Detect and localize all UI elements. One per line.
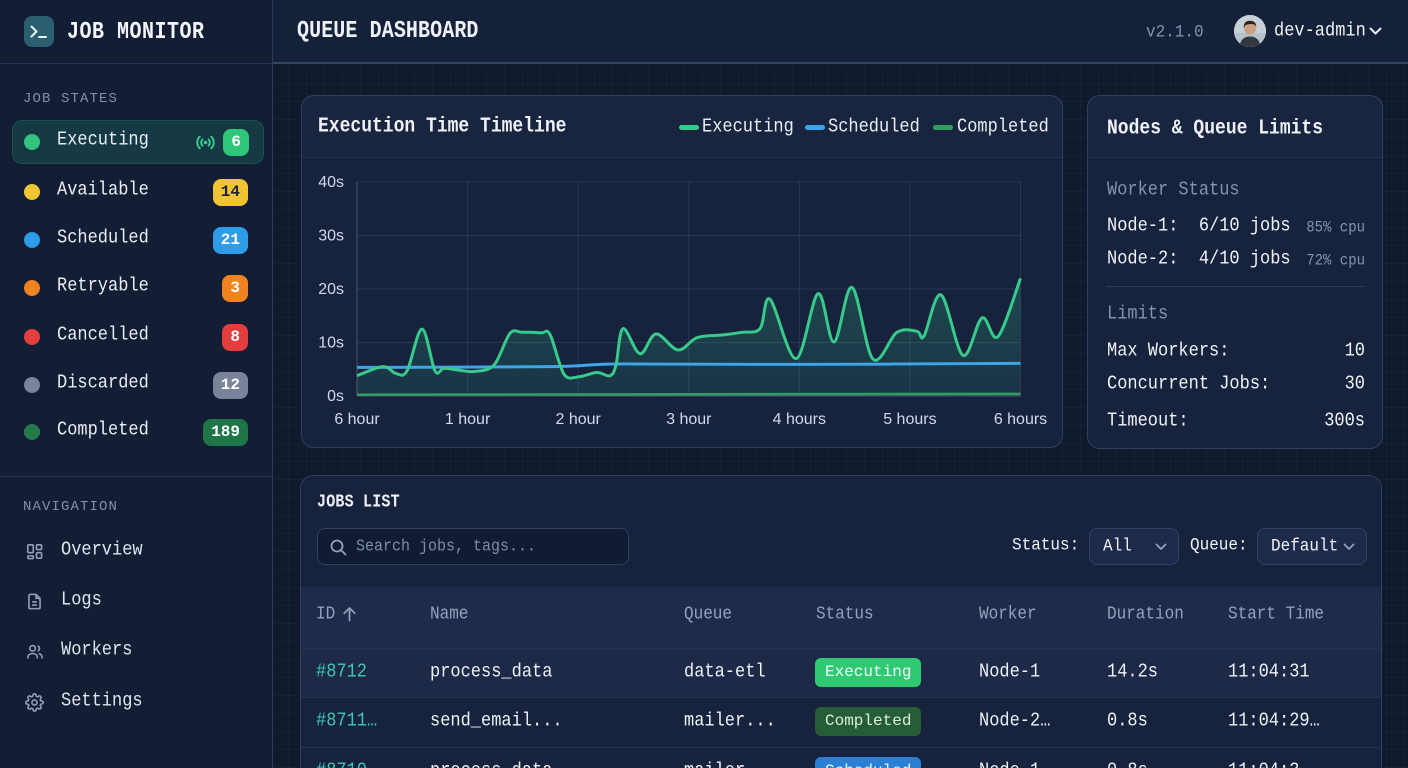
svg-text:6 hour: 6 hour [334, 411, 380, 428]
svg-text:0s: 0s [327, 388, 344, 405]
svg-text:30s: 30s [318, 228, 344, 245]
svg-text:20s: 20s [318, 281, 344, 298]
svg-text:2 hour: 2 hour [556, 411, 602, 428]
svg-text:4 hours: 4 hours [773, 411, 826, 428]
svg-text:6 hours: 6 hours [994, 411, 1047, 428]
svg-text:1 hour: 1 hour [445, 411, 491, 428]
svg-text:40s: 40s [318, 174, 344, 191]
svg-text:10s: 10s [318, 335, 344, 352]
svg-text:3 hour: 3 hour [666, 411, 712, 428]
svg-text:5 hours: 5 hours [883, 411, 936, 428]
